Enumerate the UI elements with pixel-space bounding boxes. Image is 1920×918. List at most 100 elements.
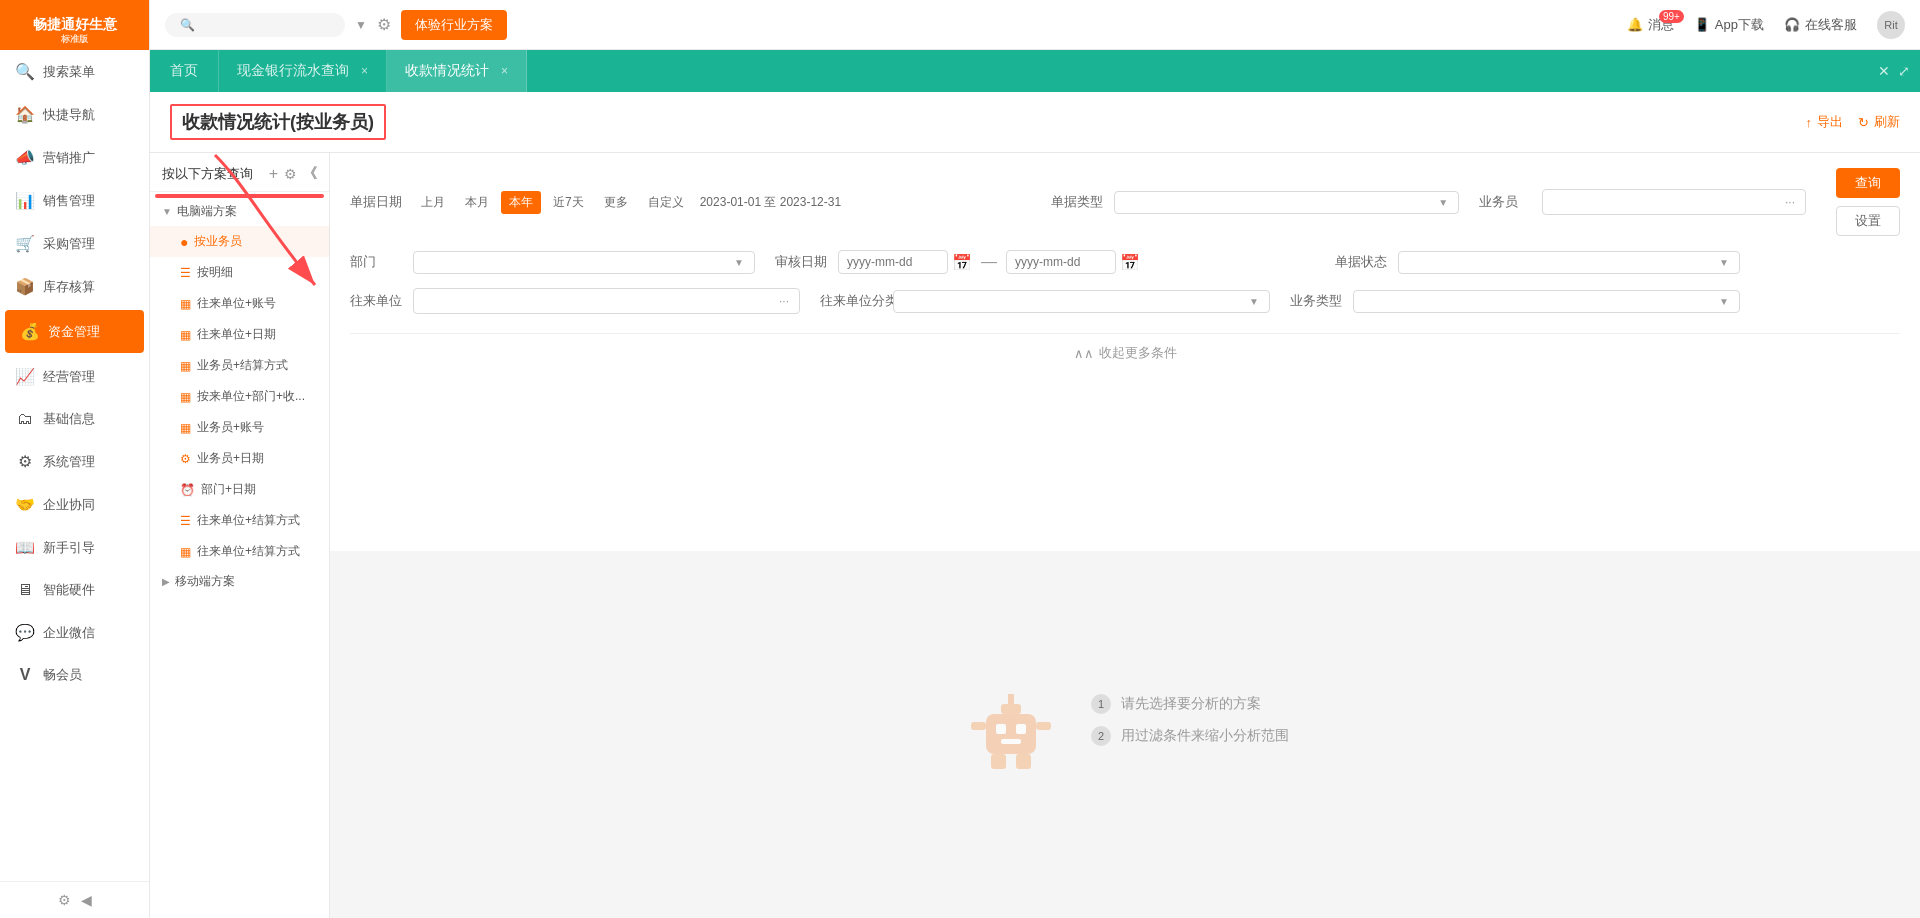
staff-select[interactable]: ··· [1542,189,1806,215]
user-name: Rit [1884,19,1897,31]
calendar-icon-end[interactable]: 📅 [1120,253,1140,272]
collapse-btn[interactable]: ∧∧ 收起更多条件 [1074,344,1177,362]
notification-btn[interactable]: 🔔 消息 99+ [1627,16,1674,34]
system-icon: ⚙ [15,452,35,471]
sidebar-item-search[interactable]: 🔍 搜索菜单 [0,50,149,93]
doc-type-select[interactable]: ▼ [1114,191,1459,214]
scheme-collapse-btn[interactable]: 《 [303,165,317,183]
sidebar-item-label: 新手引导 [43,539,95,557]
sidebar-item-purchase[interactable]: 🛒 采购管理 [0,222,149,265]
sidebar-item-finance[interactable]: 💰 资金管理 [5,310,144,353]
main-area: 🔍 ▼ ⚙ 体验行业方案 🔔 消息 99+ 📱 App下载 🎧 在线客服 Rit [150,0,1920,918]
export-label: 导出 [1817,113,1843,131]
sidebar-item-system[interactable]: ⚙ 系统管理 [0,440,149,483]
tab-collection-stats-close[interactable]: × [501,64,508,78]
tab-bar: 首页 现金银行流水查询 × 收款情况统计 × ✕ ⤢ [150,50,1920,92]
scheme-item-staff-account[interactable]: ▦ 业务员+账号 [150,412,329,443]
tab-home[interactable]: 首页 [150,50,219,92]
scheme-item-partner-settlement1[interactable]: ☰ 往来单位+结算方式 [150,505,329,536]
filter-row-1: 单据日期 上月 本月 本年 近7天 更多 自定义 20 [350,168,1900,236]
sidebar-item-sales[interactable]: 📊 销售管理 [0,179,149,222]
scheme-item-staff-date[interactable]: ⚙ 业务员+日期 [150,443,329,474]
date-tab-this-month[interactable]: 本月 [457,191,497,214]
sidebar-item-label: 经营管理 [43,368,95,386]
sidebar-menu: 🔍 搜索菜单 🏠 快捷导航 📣 营销推广 📊 销售管理 🛒 采购管理 📦 库存核… [0,50,149,881]
scheme-item-label: 业务员+日期 [197,450,264,467]
header-search-box[interactable]: 🔍 [165,13,345,37]
online-service-btn[interactable]: 🎧 在线客服 [1784,16,1857,34]
chevron-up-icon: ∧∧ [1074,346,1094,361]
doc-status-select[interactable]: ▼ [1398,251,1740,274]
sidebar-collapse-btn[interactable]: ◀ [81,892,92,908]
page-header: 收款情况统计(按业务员) ↑ 导出 ↻ 刷新 [150,92,1920,153]
partner-label: 往来单位 [350,292,405,310]
scheme-group-mobile-label: 移动端方案 [175,573,235,590]
scheme-item-staff-settlement[interactable]: ▦ 业务员+结算方式 [150,350,329,381]
scheme-item-by-staff[interactable]: ● 按业务员 [150,226,329,257]
scheme-item-dept-date[interactable]: ⏰ 部门+日期 [150,474,329,505]
filter-panel: 单据日期 上月 本月 本年 近7天 更多 自定义 20 [330,153,1920,551]
svg-rect-6 [971,722,986,730]
sidebar-settings-btn[interactable]: ⚙ [58,892,71,908]
scheme-item-by-detail[interactable]: ☰ 按明细 [150,257,329,288]
sidebar-item-basic[interactable]: 🗂 基础信息 [0,398,149,440]
sidebar-item-member[interactable]: V 畅会员 [0,654,149,696]
sidebar-item-wechat[interactable]: 💬 企业微信 [0,611,149,654]
date-tab-custom[interactable]: 自定义 [640,191,692,214]
scheme-item-partner-date[interactable]: ▦ 往来单位+日期 [150,319,329,350]
scheme-item-partner-settlement2[interactable]: ▦ 往来单位+结算方式 [150,536,329,567]
scheme-item-label: 按来单位+部门+收... [197,388,305,405]
robot-illustration [961,684,1061,784]
review-date-label: 审核日期 [775,253,830,271]
refresh-btn[interactable]: ↻ 刷新 [1858,113,1900,131]
sidebar-item-inventory[interactable]: 📦 库存核算 [0,265,149,308]
ellipsis-icon: ··· [779,294,789,308]
scheme-item-partner-dept[interactable]: ▦ 按来单位+部门+收... [150,381,329,412]
date-tab-this-year[interactable]: 本年 [501,191,541,214]
sidebar-item-label: 采购管理 [43,235,95,253]
tab-bank-flow[interactable]: 现金银行流水查询 × [219,50,387,92]
partner-select[interactable]: ··· [413,288,800,314]
review-date-start-input[interactable] [838,250,948,274]
app-download-btn[interactable]: 📱 App下载 [1694,16,1764,34]
scheme-add-btn[interactable]: + [269,165,278,183]
filter-field-staff: 业务员 ··· [1479,189,1806,215]
tab-maximize-icon[interactable]: ⤢ [1898,63,1910,79]
sidebar-item-quick-nav[interactable]: 🏠 快捷导航 [0,93,149,136]
settings-btn[interactable]: 设置 [1836,206,1900,236]
gear-icon[interactable]: ⚙ [377,15,391,34]
export-btn[interactable]: ↑ 导出 [1806,113,1844,131]
review-date-end-input[interactable] [1006,250,1116,274]
date-tab-last7days[interactable]: 近7天 [545,191,592,214]
query-btn[interactable]: 查询 [1836,168,1900,198]
tab-collection-stats[interactable]: 收款情况统计 × [387,50,527,92]
calendar-icon-start[interactable]: 📅 [952,253,972,272]
sidebar-item-cooperation[interactable]: 🤝 企业协同 [0,483,149,526]
dept-select[interactable]: ▼ [413,251,755,274]
sidebar-item-marketing[interactable]: 📣 营销推广 [0,136,149,179]
sidebar-item-guide[interactable]: 📖 新手引导 [0,526,149,569]
sidebar-item-operation[interactable]: 📈 经营管理 [0,355,149,398]
scheme-group-mobile[interactable]: ▶ 移动端方案 [150,567,329,596]
user-avatar[interactable]: Rit [1877,11,1905,39]
date-tab-more[interactable]: 更多 [596,191,636,214]
date-tab-last-month[interactable]: 上月 [413,191,453,214]
wechat-icon: 💬 [15,623,35,642]
partner-class-select[interactable]: ▼ [893,290,1270,313]
biz-type-select[interactable]: ▼ [1353,290,1740,313]
dropdown-arrow-icon[interactable]: ▼ [355,18,367,32]
tab-bank-flow-close[interactable]: × [361,64,368,78]
scheme-settings-btn[interactable]: ⚙ [284,166,297,182]
scheme-item-partner-account[interactable]: ▦ 往来单位+账号 [150,288,329,319]
tip-text-2: 用过滤条件来缩小分析范围 [1121,727,1289,745]
sidebar-item-hardware[interactable]: 🖥 智能硬件 [0,569,149,611]
tab-bank-flow-label: 现金银行流水查询 [237,62,349,80]
scheme-group-desktop[interactable]: ▼ 电脑端方案 [150,197,329,226]
biz-type-label: 业务类型 [1290,292,1345,310]
tab-close-all-icon[interactable]: ✕ [1878,63,1890,79]
table-icon: ▦ [180,421,191,435]
tab-collection-stats-label: 收款情况统计 [405,62,489,80]
trial-btn[interactable]: 体验行业方案 [401,10,507,40]
cooperation-icon: 🤝 [15,495,35,514]
clock-icon: ⏰ [180,483,195,497]
